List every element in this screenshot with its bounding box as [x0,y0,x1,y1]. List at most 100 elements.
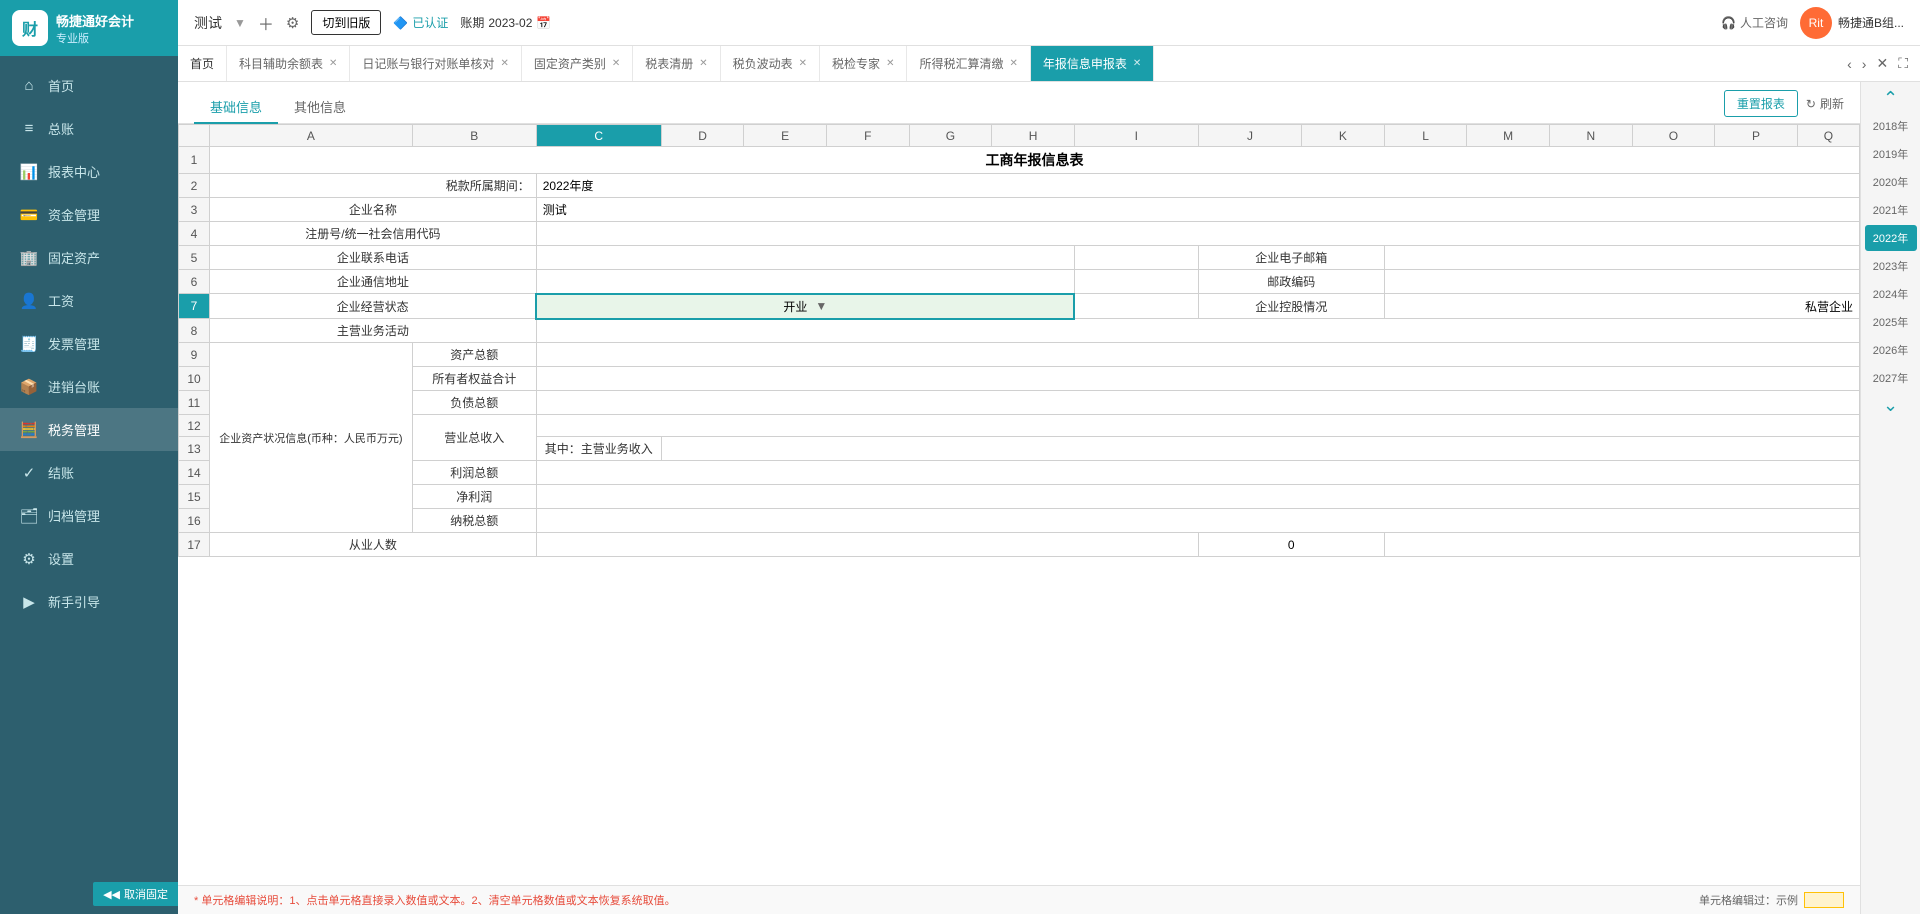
year-btn-2027[interactable]: 2027年 [1865,365,1917,391]
sidebar-item-fixed-assets[interactable]: 🏢 固定资产 [0,236,178,279]
cell-17-value-center[interactable]: 0 [1198,533,1384,557]
year-btn-2023[interactable]: 2023年 [1865,253,1917,279]
cell-2-value[interactable]: 2022年度 [536,174,1859,198]
cell-15-value[interactable] [536,485,1859,509]
cell-4-value[interactable] [536,222,1859,246]
tab-income-tax[interactable]: 所得税汇算清缴 ✕ [907,46,1030,82]
sidebar-item-invoice-mgmt[interactable]: 🧾 发票管理 [0,322,178,365]
col-header-e[interactable]: E [744,125,827,147]
sidebar-item-payroll[interactable]: 👤 工资 [0,279,178,322]
dropdown-arrow-icon[interactable]: ▼ [815,299,827,313]
cell-9-value[interactable] [536,343,1859,367]
cell-8-value[interactable] [536,319,1859,343]
cell-1-title[interactable]: 工商年报信息表 [209,147,1859,174]
tab-bank-reconcile-close[interactable]: ✕ [500,58,508,69]
sidebar-item-tax-mgmt[interactable]: 🧮 税务管理 [0,408,178,451]
tab-expand-button[interactable]: ⛶ [1894,53,1912,74]
sidebar-item-archive-mgmt[interactable]: 🗂 归档管理 [0,494,178,537]
col-header-c[interactable]: C [536,125,661,147]
sidebar-item-guide[interactable]: ▶ 新手引导 [0,580,178,623]
col-header-o[interactable]: O [1632,125,1715,147]
cell-10-value[interactable] [536,367,1859,391]
tab-annual-report-close[interactable]: ✕ [1133,58,1141,69]
cell-5-right-value[interactable] [1384,246,1859,270]
year-btn-2024[interactable]: 2024年 [1865,281,1917,307]
year-btn-2026[interactable]: 2026年 [1865,337,1917,363]
cell-16-value[interactable] [536,509,1859,533]
year-btn-2019[interactable]: 2019年 [1865,141,1917,167]
col-header-m[interactable]: M [1467,125,1550,147]
sidebar-item-purchase-sale[interactable]: 📦 进销台账 [0,365,178,408]
panel-scroll-up-icon[interactable]: ⌃ [1881,86,1900,111]
year-btn-2020[interactable]: 2020年 [1865,169,1917,195]
topbar-add-button[interactable]: ＋ [258,11,274,35]
col-header-p[interactable]: P [1715,125,1798,147]
tab-next-button[interactable]: › [1858,54,1871,74]
topbar-user[interactable]: Rit 畅捷通B组... [1800,7,1904,39]
col-header-j[interactable]: J [1198,125,1301,147]
cell-12-value[interactable] [536,415,1859,437]
cell-7-right-value[interactable]: 私营企业 [1384,294,1859,319]
tab-close-all-button[interactable]: ✕ [1872,53,1892,74]
topbar-gear-button[interactable]: ⚙ [286,14,299,32]
sidebar-item-home[interactable]: ⌂ 首页 [0,64,178,107]
year-btn-2021[interactable]: 2021年 [1865,197,1917,223]
cancel-fixed-button[interactable]: ◀◀ 取消固定 [93,882,178,906]
tab-home[interactable]: 首页 [178,46,227,82]
tab-tax-return[interactable]: 税表清册 ✕ [633,46,720,82]
tab-prev-button[interactable]: ‹ [1843,54,1856,74]
tab-aux-balance-close[interactable]: ✕ [329,58,337,69]
spreadsheet[interactable]: A B C D E F G H I J K L M [178,124,1860,885]
tab-aux-balance[interactable]: 科目辅助余额表 ✕ [227,46,350,82]
cell-6-right-value[interactable] [1384,270,1859,294]
col-header-b[interactable]: B [412,125,536,147]
tab-fixed-asset-cat-close[interactable]: ✕ [612,58,620,69]
refresh-button[interactable]: ↻ 刷新 [1806,95,1844,112]
cell-7-dropdown[interactable]: 开业 ▼ [536,294,1074,319]
col-header-h[interactable]: H [992,125,1075,147]
col-header-d[interactable]: D [661,125,744,147]
cell-14-value[interactable] [536,461,1859,485]
tab-fixed-asset-cat[interactable]: 固定资产类别 ✕ [522,46,633,82]
col-header-a[interactable]: A [209,125,412,147]
cell-6-value[interactable] [536,270,1074,294]
cell-11-value[interactable] [536,391,1859,415]
year-btn-2025[interactable]: 2025年 [1865,309,1917,335]
cell-5-value[interactable] [536,246,1074,270]
year-btn-2022[interactable]: 2022年 [1865,225,1917,251]
tab-tax-return-close[interactable]: ✕ [699,58,707,69]
year-btn-2018[interactable]: 2018年 [1865,113,1917,139]
tab-tax-fluctuation[interactable]: 税负波动表 ✕ [721,46,820,82]
tab-annual-report[interactable]: 年报信息申报表 ✕ [1031,46,1154,82]
sidebar-item-settings[interactable]: ⚙ 设置 [0,537,178,580]
sidebar-item-report-center[interactable]: 📊 报表中心 [0,150,178,193]
cell-17-value-left[interactable] [536,533,1198,557]
cell-3-value[interactable]: 测试 [536,198,1859,222]
panel-scroll-down-icon[interactable]: ⌄ [1881,393,1900,418]
col-header-n[interactable]: N [1549,125,1632,147]
cell-4-label: 注册号/统一社会信用代码 [209,222,536,246]
col-header-f[interactable]: F [826,125,909,147]
col-header-l[interactable]: L [1384,125,1467,147]
tab-tax-fluctuation-close[interactable]: ✕ [799,58,807,69]
col-header-k[interactable]: K [1302,125,1385,147]
reset-report-button[interactable]: 重置报表 [1724,90,1798,117]
tab-tax-inspector[interactable]: 税检专家 ✕ [820,46,907,82]
sidebar-item-closing[interactable]: ✓ 结账 [0,451,178,494]
sub-tab-other[interactable]: 其他信息 [278,91,362,124]
col-header-q[interactable]: Q [1797,125,1859,147]
sidebar-item-general-ledger[interactable]: ≡ 总账 [0,107,178,150]
tab-tax-inspector-close[interactable]: ✕ [886,58,894,69]
col-header-g[interactable]: G [909,125,992,147]
calendar-icon[interactable]: 📅 [536,16,551,30]
topbar-service-button[interactable]: 🎧 人工咨询 [1721,14,1788,31]
tab-bank-reconcile[interactable]: 日记账与银行对账单核对 ✕ [350,46,521,82]
sub-tab-basic[interactable]: 基础信息 [194,91,278,124]
tab-income-tax-close[interactable]: ✕ [1009,58,1017,69]
topbar-dropdown-arrow[interactable]: ▼ [234,16,246,30]
cell-17-value-right[interactable] [1384,533,1859,557]
cell-13-value[interactable] [661,437,1859,461]
sidebar-item-fund-mgmt[interactable]: 💳 资金管理 [0,193,178,236]
col-header-i[interactable]: I [1074,125,1198,147]
switch-old-version-button[interactable]: 切到旧版 [311,10,381,35]
